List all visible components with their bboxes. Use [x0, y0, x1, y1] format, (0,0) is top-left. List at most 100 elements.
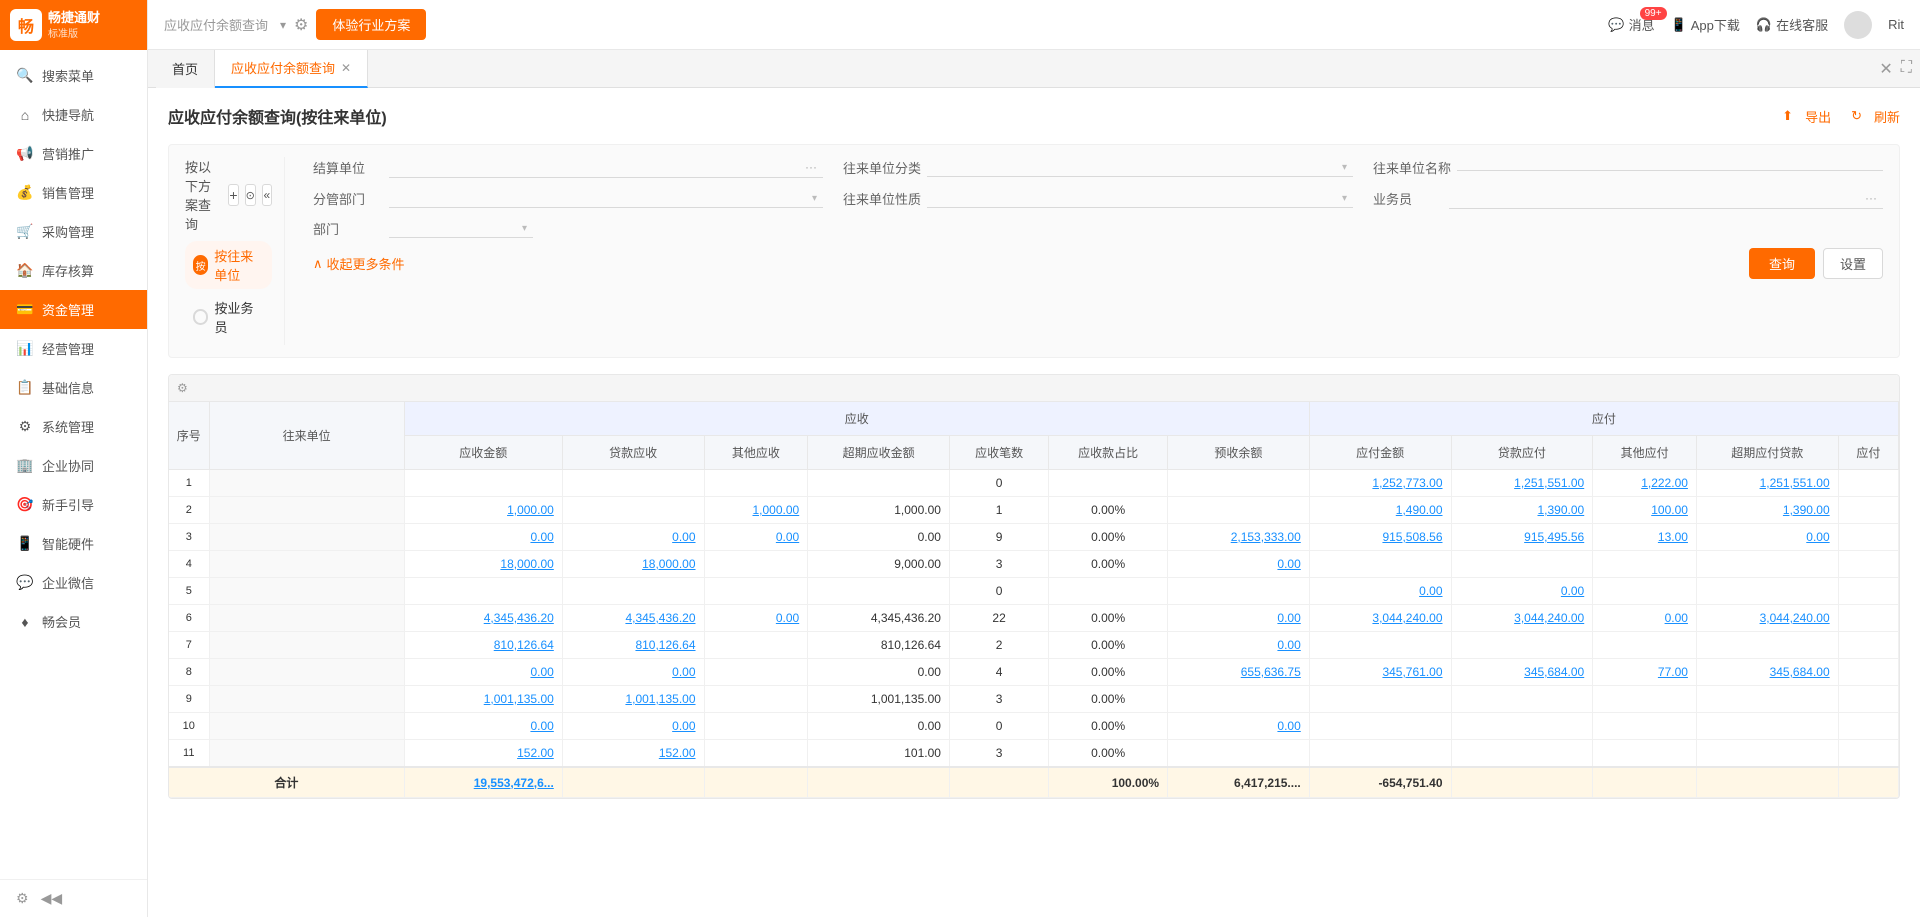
- filter-area: 按以下方案查询 + ⊙ « 按 按往来单位 按业务员: [168, 144, 1900, 358]
- sidebar-item-operations[interactable]: 📊 经营管理: [0, 329, 147, 368]
- sidebar-item-smart[interactable]: 📱 智能硬件: [0, 524, 147, 563]
- dept-managed-select[interactable]: ▾: [389, 190, 823, 208]
- total-label: 合计: [169, 767, 404, 798]
- filter-settlement-unit: 结算单位 ···: [313, 157, 823, 178]
- cell-ap-overdue: 3,044,240.00: [1696, 605, 1838, 632]
- header-chevron-icon[interactable]: ▾: [280, 18, 286, 32]
- trial-btn[interactable]: 体验行业方案: [316, 9, 426, 40]
- partner-category-select[interactable]: ▾: [927, 159, 1353, 177]
- table-row: 9 1,001,135.00 1,001,135.00 1,001,135.00…: [169, 686, 1899, 713]
- cell-ar-amt: 4,345,436.20: [404, 605, 562, 632]
- cell-ap-overdue: [1696, 686, 1838, 713]
- sidebar-item-system[interactable]: ⚙ 系统管理: [0, 407, 147, 446]
- cell-num: 5: [169, 578, 209, 605]
- settings-icon[interactable]: ⚙: [16, 890, 29, 907]
- header-gear-icon[interactable]: ⚙: [294, 15, 308, 35]
- cell-ap-amt: [1309, 686, 1451, 713]
- cell-ar-amt: 810,126.64: [404, 632, 562, 659]
- cell-ar-overdue: 0.00: [808, 524, 950, 551]
- filter-collapse-btn[interactable]: «: [262, 184, 272, 206]
- cell-ar-amt: 1,001,135.00: [404, 686, 562, 713]
- col-ap-loan: 贷款应付: [1451, 436, 1593, 470]
- table-row: 2 1,000.00 1,000.00 1,000.00 1 0.00% 1,4…: [169, 497, 1899, 524]
- cell-ap-amt: 0.00: [1309, 578, 1451, 605]
- message-btn[interactable]: 💬 消息 99+: [1608, 15, 1654, 34]
- filter-label: 按以下方案查询: [185, 157, 222, 233]
- cell-ap-amt: [1309, 632, 1451, 659]
- table-scroll-container[interactable]: 序号 往来单位 应收 应付 应收金额 贷款应收 其他应收 超期应收金额 应收笔数…: [169, 402, 1899, 798]
- tab-home[interactable]: 首页: [156, 50, 215, 88]
- cell-ar-ratio: 0.00%: [1049, 497, 1168, 524]
- sidebar-item-basic[interactable]: 📋 基础信息: [0, 368, 147, 407]
- col-unit: 往来单位: [209, 402, 404, 470]
- table-row: 5 0 0.00 0.00: [169, 578, 1899, 605]
- cell-ar-count: 1: [949, 497, 1048, 524]
- cell-ap-loan: [1451, 713, 1593, 740]
- avatar[interactable]: [1844, 11, 1872, 39]
- sidebar-item-label: 营销推广: [42, 144, 94, 163]
- message-badge: 99+: [1640, 7, 1667, 20]
- table-row: 11 152.00 152.00 101.00 3 0.00%: [169, 740, 1899, 768]
- refresh-btn[interactable]: 刷新: [1874, 107, 1900, 126]
- sidebar-item-wechat[interactable]: 💬 企业微信: [0, 563, 147, 602]
- partner-nature-select[interactable]: ▾: [927, 190, 1353, 208]
- cell-ar-ratio: 0.00%: [1049, 686, 1168, 713]
- sidebar-item-sales[interactable]: 💰 销售管理: [0, 173, 147, 212]
- cell-ar-ratio: [1049, 578, 1168, 605]
- cell-num: 7: [169, 632, 209, 659]
- salesperson-input[interactable]: ···: [1449, 188, 1883, 209]
- settlement-unit-input[interactable]: ···: [389, 157, 823, 178]
- sidebar-item-purchase[interactable]: 🛒 采购管理: [0, 212, 147, 251]
- cell-ar-other: 0.00: [704, 605, 808, 632]
- sales-icon: 💰: [16, 184, 34, 202]
- cell-ar-count: 4: [949, 659, 1048, 686]
- sidebar-item-quicknav[interactable]: ⌂ 快捷导航: [0, 95, 147, 134]
- cell-ar-loan: [562, 497, 704, 524]
- window-close-icon[interactable]: ✕: [1879, 59, 1892, 79]
- export-btn[interactable]: 导出: [1805, 107, 1831, 126]
- cell-ar-count: 2: [949, 632, 1048, 659]
- sidebar-item-member[interactable]: ♦ 畅会员: [0, 602, 147, 641]
- table-row: 4 18,000.00 18,000.00 9,000.00 3 0.00% 0…: [169, 551, 1899, 578]
- department-select[interactable]: ▾: [389, 220, 533, 238]
- filter-row-2: 分管部门 ▾ 往来单位性质 ▾: [313, 188, 1883, 209]
- online-service-btn[interactable]: 🎧 在线客服: [1756, 15, 1828, 34]
- cell-ar-overdue: 0.00: [808, 659, 950, 686]
- app-download-btn[interactable]: 📱 App下载: [1671, 15, 1740, 34]
- username[interactable]: Rit: [1888, 17, 1904, 32]
- query-mode-salesperson[interactable]: 按业务员: [185, 293, 272, 341]
- cell-ap-amt: 1,490.00: [1309, 497, 1451, 524]
- sidebar-item-marketing[interactable]: 📢 营销推广: [0, 134, 147, 173]
- page-title-row: 应收应付余额查询(按往来单位) ⬆ 导出 ↻ 刷新: [168, 104, 1900, 128]
- sidebar-item-finance[interactable]: 💳 资金管理: [0, 290, 147, 329]
- sidebar-item-label: 采购管理: [42, 222, 94, 241]
- cell-ap-overdue: [1696, 632, 1838, 659]
- cell-ap-amt: 1,252,773.00: [1309, 470, 1451, 497]
- sidebar-item-guide[interactable]: 🎯 新手引导: [0, 485, 147, 524]
- collapse-icon[interactable]: ◀◀: [41, 890, 63, 907]
- cell-ar-ratio: [1049, 470, 1168, 497]
- cell-ap-loan: 915,495.56: [1451, 524, 1593, 551]
- sidebar-item-warehouse[interactable]: 🏠 库存核算: [0, 251, 147, 290]
- tab-receivable[interactable]: 应收应付余额查询 ✕: [215, 50, 368, 88]
- sidebar-item-search[interactable]: 🔍 搜索菜单: [0, 56, 147, 95]
- window-maximize-icon[interactable]: ⛶: [1901, 59, 1912, 79]
- setting-btn[interactable]: 设置: [1823, 248, 1883, 279]
- query-btn[interactable]: 查询: [1749, 248, 1815, 279]
- tab-close-icon[interactable]: ✕: [341, 61, 351, 75]
- filter-add-btn[interactable]: +: [228, 184, 238, 206]
- filter-icon-btn[interactable]: ⊙: [245, 184, 256, 206]
- partner-name-input[interactable]: [1457, 164, 1883, 171]
- dept2-chevron-icon: ▾: [522, 223, 527, 234]
- table-settings-icon[interactable]: ⚙: [177, 381, 188, 395]
- query-mode-partner[interactable]: 按 按往来单位: [185, 241, 272, 289]
- cell-ar-loan: [562, 578, 704, 605]
- cell-ap-tail: [1838, 470, 1898, 497]
- cell-ar-loan: 18,000.00: [562, 551, 704, 578]
- sidebar-item-corp[interactable]: 🏢 企业协同: [0, 446, 147, 485]
- filter-dept-managed: 分管部门 ▾: [313, 189, 823, 208]
- filter-label-row: 按以下方案查询 + ⊙ «: [185, 157, 272, 233]
- cell-ap-tail: [1838, 740, 1898, 768]
- sidebar-item-label: 搜索菜单: [42, 66, 94, 85]
- collapse-more-btn[interactable]: ∧ 收起更多条件: [313, 254, 405, 273]
